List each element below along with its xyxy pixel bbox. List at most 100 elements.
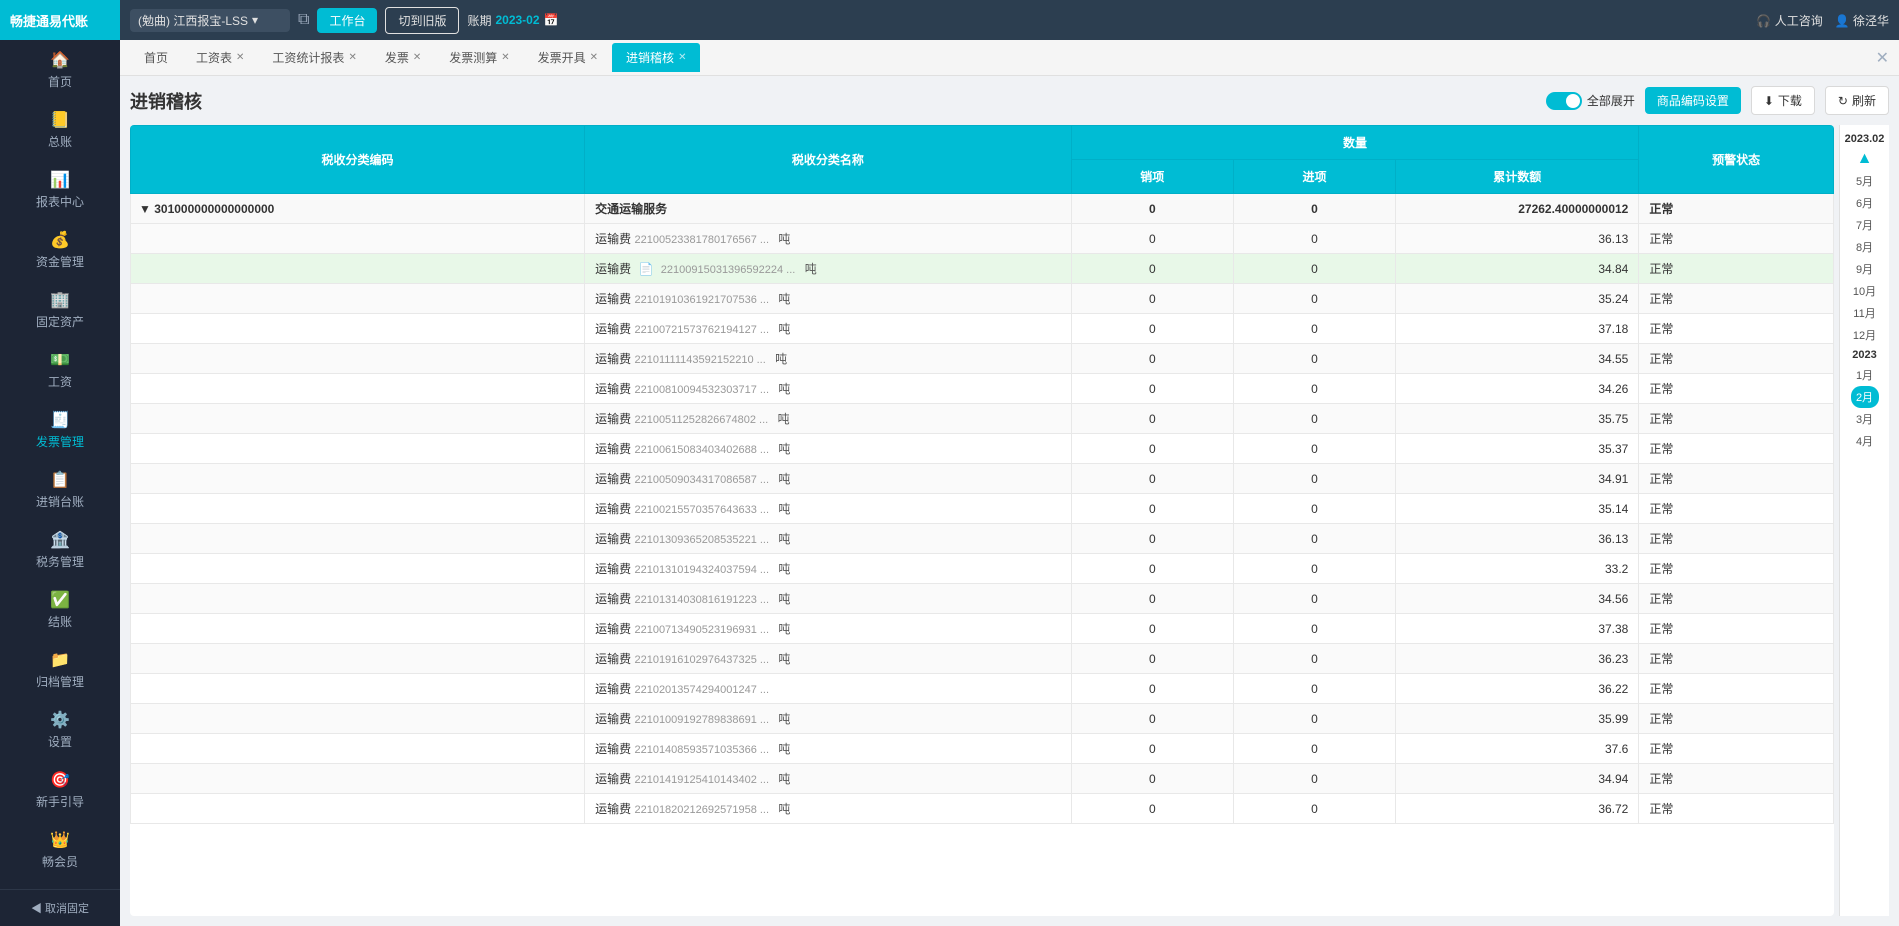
copy-icon[interactable]: ⧉ bbox=[298, 11, 309, 29]
cell-status: 正常 bbox=[1639, 674, 1834, 704]
company-selector[interactable]: (勉曲) 江西报宝-LSS ▾ bbox=[130, 9, 290, 32]
cell-tax-num: 22101310194324037594 ... bbox=[634, 564, 769, 576]
close-all-button[interactable]: ✕ bbox=[1876, 48, 1889, 68]
tab-发票[interactable]: 发票✕ bbox=[371, 43, 435, 72]
tab-发票开具[interactable]: 发票开具✕ bbox=[524, 43, 612, 72]
tab-工资统计报表[interactable]: 工资统计报表✕ bbox=[258, 43, 370, 72]
tab-发票测算[interactable]: 发票测算✕ bbox=[435, 43, 523, 72]
cell-tax-code bbox=[131, 314, 585, 344]
timeline-month-10月[interactable]: 10月 bbox=[1848, 280, 1881, 302]
cell-unit: 吨 bbox=[778, 562, 790, 576]
timeline-month-3月[interactable]: 3月 bbox=[1851, 408, 1879, 430]
sidebar-item-label: 工资 bbox=[48, 373, 72, 390]
workspace-button[interactable]: 工作台 bbox=[317, 8, 377, 33]
cell-status: 正常 bbox=[1639, 404, 1834, 434]
sidebar-item-label: 发票管理 bbox=[36, 433, 84, 450]
sidebar-item-进销台账[interactable]: 📋进销台账 bbox=[0, 460, 120, 520]
sidebar-item-新手引导[interactable]: 🎯新手引导 bbox=[0, 760, 120, 820]
tab-close-icon[interactable]: ✕ bbox=[236, 52, 244, 63]
cell-purchase: 0 bbox=[1233, 374, 1395, 404]
cell-tax-code bbox=[131, 224, 585, 254]
cell-cumulative: 35.14 bbox=[1396, 494, 1639, 524]
expand-toggle[interactable] bbox=[1546, 92, 1582, 110]
timeline-month-11月[interactable]: 11月 bbox=[1848, 302, 1881, 324]
user-avatar[interactable]: 👤 徐泾华 bbox=[1835, 12, 1889, 29]
timeline-month-8月[interactable]: 8月 bbox=[1848, 236, 1881, 258]
support-link[interactable]: 🎧 人工咨询 bbox=[1756, 12, 1822, 29]
cell-tax-name: 运输费 22101314030816191223 ... 吨 bbox=[585, 584, 1072, 614]
cell-purchase: 0 bbox=[1233, 764, 1395, 794]
sidebar-item-工资[interactable]: 💵工资 bbox=[0, 340, 120, 400]
cell-status: 正常 bbox=[1639, 314, 1834, 344]
sidebar-item-报表中心[interactable]: 📊报表中心 bbox=[0, 160, 120, 220]
cell-purchase: 0 bbox=[1233, 404, 1395, 434]
timeline-month-1月[interactable]: 1月 bbox=[1851, 364, 1879, 386]
page-header: 进销稽核 全部展开 商品编码设置 ⬇ 下载 ↻ 刷新 bbox=[130, 86, 1889, 115]
cell-status: 正常 bbox=[1639, 764, 1834, 794]
sidebar-item-税务管理[interactable]: 🏦税务管理 bbox=[0, 520, 120, 580]
cell-tax-code bbox=[131, 734, 585, 764]
sidebar-item-首页[interactable]: 🏠首页 bbox=[0, 40, 120, 100]
table-row: 运输费 22101408593571035366 ... 吨 0 0 37.6 … bbox=[131, 734, 1834, 764]
cell-status: 正常 bbox=[1639, 614, 1834, 644]
tab-label: 首页 bbox=[144, 49, 168, 66]
cell-tax-code bbox=[131, 764, 585, 794]
timeline-month-12月[interactable]: 12月 bbox=[1848, 324, 1881, 346]
cell-unit: 吨 bbox=[778, 622, 790, 636]
tab-close-icon[interactable]: ✕ bbox=[413, 52, 421, 63]
sidebar-unpin-button[interactable]: ◀ 取消固定 bbox=[0, 889, 120, 926]
timeline-month-2月[interactable]: 2月 bbox=[1851, 386, 1879, 408]
cell-status: 正常 bbox=[1639, 464, 1834, 494]
cell-tax-code bbox=[131, 554, 585, 584]
cell-purchase: 0 bbox=[1233, 434, 1395, 464]
cell-tax-num: 22100523381780176567 ... bbox=[634, 234, 769, 246]
table-row: 运输费 22101111143592152210 ... 吨 0 0 34.55… bbox=[131, 344, 1834, 374]
sidebar-item-资金管理[interactable]: 💰资金管理 bbox=[0, 220, 120, 280]
timeline-month-5月[interactable]: 5月 bbox=[1848, 170, 1881, 192]
sidebar-item-总账[interactable]: 📒总账 bbox=[0, 100, 120, 160]
cell-unit: 吨 bbox=[778, 292, 790, 306]
sidebar-item-发票管理[interactable]: 🧾发票管理 bbox=[0, 400, 120, 460]
sidebar-item-归档管理[interactable]: 📁归档管理 bbox=[0, 640, 120, 700]
timeline-month-9月[interactable]: 9月 bbox=[1848, 258, 1881, 280]
switch-version-button[interactable]: 切到旧版 bbox=[385, 7, 459, 34]
cell-tax-name: 运输费 22101916102976437325 ... 吨 bbox=[585, 644, 1072, 674]
tab-工资表[interactable]: 工资表✕ bbox=[182, 43, 258, 72]
main-content: (勉曲) 江西报宝-LSS ▾ ⧉ 工作台 切到旧版 账期 2023-02 📅 … bbox=[120, 0, 1899, 926]
cell-status: 正常 bbox=[1639, 494, 1834, 524]
data-table-wrap[interactable]: 税收分类编码 税收分类名称 数量 预警状态 销项 进项 累计数额 ▼ 30100 bbox=[130, 125, 1834, 916]
tab-close-icon[interactable]: ✕ bbox=[678, 52, 686, 63]
timeline-month-4月[interactable]: 4月 bbox=[1851, 430, 1879, 452]
timeline-month-6月[interactable]: 6月 bbox=[1848, 192, 1881, 214]
tab-close-icon[interactable]: ✕ bbox=[501, 52, 509, 63]
tab-首页[interactable]: 首页 bbox=[130, 43, 182, 72]
download-button[interactable]: ⬇ 下载 bbox=[1751, 86, 1815, 115]
tab-进销稽核[interactable]: 进销稽核✕ bbox=[612, 43, 700, 72]
cell-tax-code bbox=[131, 584, 585, 614]
sidebar-icon: 🎯 bbox=[50, 770, 70, 790]
refresh-button[interactable]: ↻ 刷新 bbox=[1825, 86, 1889, 115]
expand-icon[interactable]: ▼ bbox=[139, 202, 151, 216]
table-row: 运输费 22100713490523196931 ... 吨 0 0 37.38… bbox=[131, 614, 1834, 644]
timeline-month-7月[interactable]: 7月 bbox=[1848, 214, 1881, 236]
cell-tax-name: 运输费 22101111143592152210 ... 吨 bbox=[585, 344, 1072, 374]
timeline-up-button[interactable]: ▲ bbox=[1855, 148, 1875, 170]
timeline-year-prev: 2023.02 bbox=[1842, 130, 1888, 148]
sidebar-item-设置[interactable]: ⚙️设置 bbox=[0, 700, 120, 760]
cell-tax-num: 22100713490523196931 ... bbox=[634, 624, 769, 636]
cell-unit: 吨 bbox=[778, 472, 790, 486]
sidebar-item-畅会员[interactable]: 👑畅会员 bbox=[0, 820, 120, 880]
table-row: 运输费 22101310194324037594 ... 吨 0 0 33.2 … bbox=[131, 554, 1834, 584]
tab-close-icon[interactable]: ✕ bbox=[590, 52, 598, 63]
sidebar-item-固定资产[interactable]: 🏢固定资产 bbox=[0, 280, 120, 340]
cell-purchase: 0 bbox=[1233, 314, 1395, 344]
cell-tax-num: 22101419125410143402 ... bbox=[634, 774, 769, 786]
cell-tax-num: 22101111143592152210 ... bbox=[634, 354, 765, 366]
settings-button[interactable]: 商品编码设置 bbox=[1645, 87, 1741, 114]
sidebar-icon: 📁 bbox=[50, 650, 70, 670]
tab-close-icon[interactable]: ✕ bbox=[348, 52, 356, 63]
sidebar-item-label: 畅会员 bbox=[42, 853, 78, 870]
cell-tax-code bbox=[131, 434, 585, 464]
sidebar-item-结账[interactable]: ✅结账 bbox=[0, 580, 120, 640]
sidebar-icon: 🏠 bbox=[50, 50, 70, 70]
